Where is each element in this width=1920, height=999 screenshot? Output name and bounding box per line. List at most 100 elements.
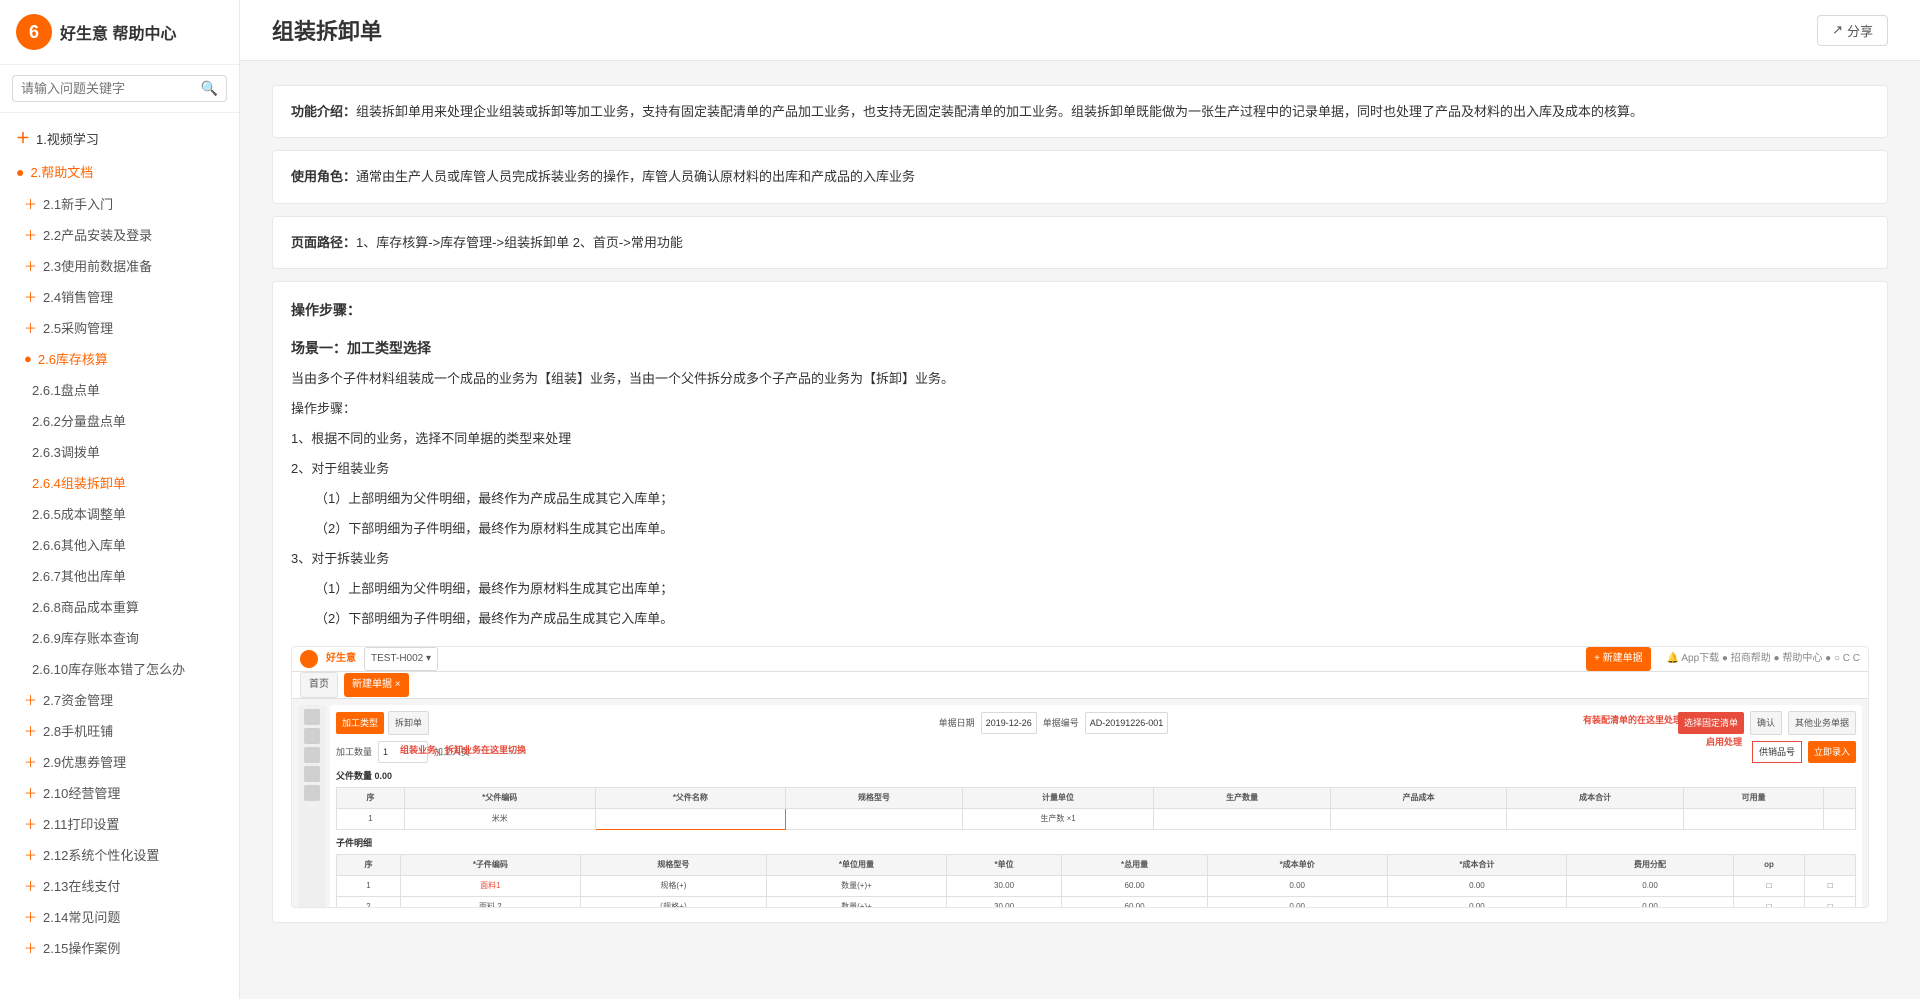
sidebar-item-other-in[interactable]: 2.6.6其他入库单	[0, 529, 239, 560]
mock-child-thead: 序 *子件编码 规格型号 *单位用量 *单位 *总用量 *成本单价 *成本合计	[337, 855, 1856, 876]
nav-section-1: ＋ 1.视频学习	[0, 121, 239, 155]
step2-2: （2）下部明细为子件明细，最终作为原材料生成其它出库单。	[291, 516, 1869, 542]
func-intro-block: 功能介绍：组装拆卸单用来处理企业组装或拆卸等加工业务，支持有固定装配清单的产品加…	[272, 85, 1888, 138]
sidebar-item-system[interactable]: ＋ 2.12系统个性化设置	[0, 839, 239, 870]
sidebar-item-assembly[interactable]: 2.6.4组装拆卸单	[0, 467, 239, 498]
step3: 3、对于拆装业务	[291, 546, 1869, 572]
mock-cth-cost: *成本单价	[1207, 855, 1387, 876]
mock-nav-icon	[304, 728, 320, 744]
sidebar-label: 2.6.7其他出库单	[32, 566, 126, 585]
sidebar-item-stocktake[interactable]: 2.6.1盘点单	[0, 374, 239, 405]
nav-list: ＋ 1.视频学习 ● 2.帮助文档 ＋ 2.1新手入门 ＋ 2.2产品安装及登录	[0, 113, 239, 999]
sidebar-item-transfer[interactable]: 2.6.3调拨单	[0, 436, 239, 467]
sidebar-item-faq[interactable]: ＋ 2.14常见问题	[0, 901, 239, 932]
mock-date-label: 单据日期	[939, 714, 975, 732]
sidebar-label: 2.3使用前数据准备	[43, 256, 152, 275]
mock-ctd-qty: 数量(+)+	[767, 876, 947, 897]
screenshot-container: 好生意 TEST-H002 ▾ + 新建单据 🔔 App下载 ● 招商帮助 ● …	[291, 646, 1869, 908]
mock-ctd-total-cost: 0.00	[1387, 876, 1567, 897]
sidebar-item-coupon[interactable]: ＋ 2.9优惠券管理	[0, 746, 239, 777]
plus-icon: ＋	[16, 128, 30, 148]
sidebar-item-purchase[interactable]: ＋ 2.5采购管理	[0, 312, 239, 343]
sidebar-item-inventory-query[interactable]: 2.6.9库存账本查询	[0, 622, 239, 653]
sidebar-item-cost-recalc[interactable]: 2.6.8商品成本重算	[0, 591, 239, 622]
mock-tab-home: 首页	[300, 672, 338, 698]
sidebar-label: 2.6.10库存账本错了怎么办	[32, 659, 185, 678]
sidebar-label: 2.13在线支付	[43, 876, 120, 895]
steps-block: 操作步骤： 场景一：加工类型选择 当由多个子件材料组装成一个成品的业务为【组装】…	[272, 281, 1888, 923]
plus-icon: ＋	[24, 256, 37, 275]
mock-ctd-cost2: 0.00	[1207, 897, 1387, 908]
sidebar-item-finance[interactable]: ＋ 2.7资金管理	[0, 684, 239, 715]
sidebar-label: 2.1新手入门	[43, 194, 113, 213]
mock-child-table: 序 *子件编码 规格型号 *单位用量 *单位 *总用量 *成本单价 *成本合计	[336, 854, 1856, 907]
mock-toolbar: 首页 新建单据 ×	[292, 672, 1868, 699]
mock-enable-input: 供销品号	[1752, 741, 1802, 763]
sidebar-item-mobile[interactable]: ＋ 2.8手机旺铺	[0, 715, 239, 746]
mock-parent-table: 序 *父件编码 *父件名称 规格型号 计量单位 生产数量 产品成本 成本合计	[336, 787, 1856, 830]
mock-parent-label: 父件数量 0.00	[336, 767, 392, 785]
role-text: 通常由生产人员或库管人员完成拆装业务的操作，库管人员确认原材料的出库和产成品的入…	[356, 169, 915, 184]
plus-icon: ＋	[24, 814, 37, 833]
mock-ctd-code: 面料1	[401, 876, 581, 897]
sidebar-item-print[interactable]: ＋ 2.11打印设置	[0, 808, 239, 839]
plus-icon: ＋	[24, 845, 37, 864]
mock-topbar: 好生意 TEST-H002 ▾ + 新建单据 🔔 App下载 ● 招商帮助 ● …	[292, 647, 1868, 672]
mock-child-label: 子件明细	[336, 834, 1856, 852]
plus-icon: ＋	[24, 225, 37, 244]
page-title: 组装拆卸单	[272, 14, 382, 46]
search-input-wrap[interactable]: 🔍	[12, 75, 227, 102]
sidebar-item-install[interactable]: ＋ 2.2产品安装及登录	[0, 219, 239, 250]
mock-cth-unit: *单位	[946, 855, 1061, 876]
plus-icon: ＋	[24, 783, 37, 802]
sidebar-item-ops[interactable]: ＋ 2.10经营管理	[0, 777, 239, 808]
mock-th-total-cost: 成本合计	[1507, 788, 1684, 809]
mock-ctd-code2: 面料 2	[401, 897, 581, 908]
callout-enable: 启用处理	[1706, 733, 1742, 751]
plus-icon: ＋	[24, 876, 37, 895]
sidebar-label: 2.6.6其他入库单	[32, 535, 126, 554]
mock-form: 加工类型 拆卸单 单据日期 2019-12-26 单据编号 AD-2019122…	[330, 705, 1862, 907]
sidebar-item-cost-adjust[interactable]: 2.6.5成本调整单	[0, 498, 239, 529]
sidebar-item-help-doc[interactable]: ● 2.帮助文档	[0, 155, 239, 188]
mock-parent-tbody: 1 米米 生产数 ×1	[337, 809, 1856, 830]
sidebar-item-video-learning[interactable]: ＋ 1.视频学习	[0, 121, 239, 155]
mock-icons: 🔔 App下载 ● 招商帮助 ● 帮助中心 ● ○ C C	[1667, 649, 1860, 669]
mock-td-code: 米米	[404, 809, 595, 830]
mock-no-input: AD-20191226-001	[1085, 712, 1169, 734]
mock-btn-more: 其他业务单据	[1788, 711, 1856, 735]
sidebar-item-data-prep[interactable]: ＋ 2.3使用前数据准备	[0, 250, 239, 281]
role-block: 使用角色：通常由生产人员或库管人员完成拆装业务的操作，库管人员确认原材料的出库和…	[272, 150, 1888, 203]
mock-cth-name: 规格型号	[580, 855, 766, 876]
mock-child-tbody: 1 面料1 规格(+) 数量(+)+ 30.00 60.00 0.00 0.00	[337, 876, 1856, 908]
sidebar-label: 2.7资金管理	[43, 690, 113, 709]
page-header: 组装拆卸单 ↗ 分享	[240, 0, 1920, 61]
sidebar-item-split-stocktake[interactable]: 2.6.2分量盘点单	[0, 405, 239, 436]
sidebar-label: 2.9优惠券管理	[43, 752, 126, 771]
sidebar-label: 2.10经营管理	[43, 783, 120, 802]
mock-td-spec	[786, 809, 963, 830]
sidebar-label: 2.6.5成本调整单	[32, 504, 126, 523]
mock-th-item-name: *父件名称	[595, 788, 786, 809]
mock-section-labels: 父件数量 0.00	[336, 767, 1856, 785]
sidebar-item-inventory-fix[interactable]: 2.6.10库存账本错了怎么办	[0, 653, 239, 684]
sidebar-item-other-out[interactable]: 2.6.7其他出库单	[0, 560, 239, 591]
mock-parent-header-row: 序 *父件编码 *父件名称 规格型号 计量单位 生产数量 产品成本 成本合计	[337, 788, 1856, 809]
search-icon[interactable]: 🔍	[201, 80, 218, 97]
mock-no-label: 单据编号	[1043, 714, 1079, 732]
mock-ctd-del: □	[1805, 876, 1856, 897]
mock-child-header-row: 序 *子件编码 规格型号 *单位用量 *单位 *总用量 *成本单价 *成本合计	[337, 855, 1856, 876]
content-area: 功能介绍：组装拆卸单用来处理企业组装或拆卸等加工业务，支持有固定装配清单的产品加…	[240, 61, 1920, 999]
search-input[interactable]	[21, 81, 201, 96]
plus-icon: ＋	[24, 938, 37, 957]
sidebar-item-sales[interactable]: ＋ 2.4销售管理	[0, 281, 239, 312]
mock-date-input: 2019-12-26	[981, 712, 1037, 734]
mock-btn-confirm: 确认	[1750, 711, 1782, 735]
sidebar-item-newbie[interactable]: ＋ 2.1新手入门	[0, 188, 239, 219]
sidebar-item-payment[interactable]: ＋ 2.13在线支付	[0, 870, 239, 901]
sidebar-item-cases[interactable]: ＋ 2.15操作案例	[0, 932, 239, 963]
sidebar-label: 2.6.8商品成本重算	[32, 597, 139, 616]
role-label: 使用角色：	[291, 169, 356, 184]
share-button[interactable]: ↗ 分享	[1817, 15, 1888, 46]
sidebar-item-inventory[interactable]: ● 2.6库存核算	[0, 343, 239, 374]
